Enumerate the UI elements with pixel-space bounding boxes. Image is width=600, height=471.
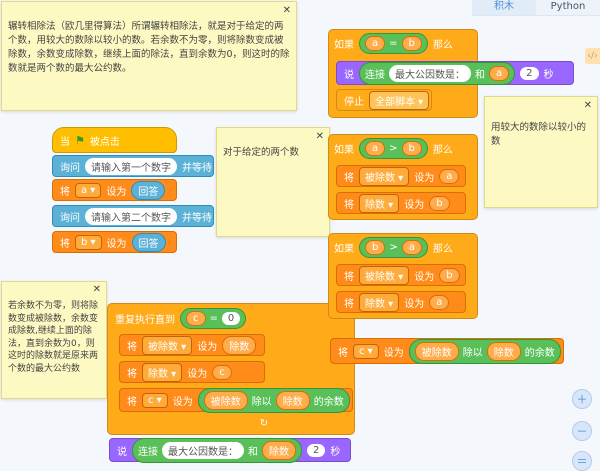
var-dropdown[interactable]: 被除数 ▾ [359,166,410,186]
zoom-reset-icon[interactable]: ＝ [572,451,592,471]
var-dropdown[interactable]: 除数 ▾ [359,292,400,312]
seconds-input[interactable]: 2 [520,66,539,80]
close-icon[interactable]: ✕ [93,284,101,297]
zoom-out-icon[interactable]: － [572,421,592,441]
comment-note-remainder[interactable]: ✕ 若余数不为零，则将除数变成被除数，余数变成除数,继续上面的除法，直到余数为0… [1,281,107,399]
greater-than-operator[interactable]: a > b [359,137,428,159]
say-for-seconds-block-top[interactable]: 说 连接 最大公因数是： 和 a 2 秒 [336,61,574,85]
repeat-until-header: 重复执行直到 c = 0 [109,306,253,330]
equals-operator[interactable]: a = b [359,32,428,54]
ask-block-2[interactable]: 询问 请输入第二个数字 并等待 [52,205,214,227]
set-c-mod-block-right[interactable]: 将 c ▾ 设为 被除数 除以 除数 的余数 [330,338,564,364]
mod-operator[interactable]: 被除数 除以 除数 的余数 [197,387,350,413]
comment-note-euclid[interactable]: ✕ 辗转相除法（欧几里得算法）所谓辗转相除法，就是对于给定的两个数，用较大的数除… [1,1,297,111]
set-dividend-b-block[interactable]: 将 被除数 ▾ 设为 b [336,264,466,286]
zoom-in-icon[interactable]: ＋ [572,389,592,409]
ask-prompt-1[interactable]: 请输入第一个数字 [85,157,177,175]
ask-block-1[interactable]: 询问 请输入第一个数字 并等待 [52,155,214,177]
set-a-block[interactable]: 将 a ▾ 设为 回答 [52,179,177,201]
when-flag-clicked-block[interactable]: 当 ⚑ 被点击 [52,127,177,153]
var-dropdown-b[interactable]: b ▾ [75,234,102,250]
answer-reporter[interactable]: 回答 [131,180,166,200]
ask-prompt-2[interactable]: 请输入第二个数字 [85,207,177,225]
answer-reporter[interactable]: 回答 [131,232,166,252]
stop-all-block[interactable]: 停止 全部脚本 ▾ [336,89,432,111]
note-text: 若余数不为零，则将除数变成被除数，余数变成除数,继续上面的除法，直到余数为0，则… [8,301,99,374]
var-dropdown-a[interactable]: a ▾ [75,182,102,198]
set-divisor-a-block[interactable]: 将 除数 ▾ 设为 a [336,291,466,313]
editor-tabs: 积木 Python [472,0,600,16]
tab-python[interactable]: Python [536,0,600,15]
var-dropdown[interactable]: 除数 ▾ [142,362,183,382]
if-a-greater-header: 如果 a > b 那么 [330,136,460,160]
comment-note-given-numbers[interactable]: ✕ 对于给定的两个数 [216,127,330,237]
tab-blocks[interactable]: 积木 [472,0,536,15]
set-divisor-block[interactable]: 将 除数 ▾ 设为 c [119,361,265,383]
stop-dropdown[interactable]: 全部脚本 ▾ [369,90,430,110]
equals-operator[interactable]: c = 0 [180,307,247,329]
note-text: 对于给定的两个数 [223,147,300,158]
note-text: 辗转相除法（欧几里得算法）所谓辗转相除法，就是对于给定的两个数，用较大的数除以较… [8,21,290,74]
close-icon[interactable]: ✕ [316,130,324,144]
close-icon[interactable]: ✕ [584,99,592,113]
note-text: 用较大的数除以较小的数 [491,122,587,147]
var-dropdown[interactable]: 被除数 ▾ [359,265,410,285]
green-flag-icon: ⚑ [75,133,85,147]
set-divisor-b-block[interactable]: 将 除数 ▾ 设为 b [336,192,466,214]
var-dropdown[interactable]: 被除数 ▾ [142,335,193,355]
comment-note-larger-divide[interactable]: ✕ 用较大的数除以较小的数 [484,96,598,208]
mod-operator[interactable]: 被除数 除以 除数 的余数 [408,338,561,364]
if-b-greater-header: 如果 b > a 那么 [330,235,460,259]
close-icon[interactable]: ✕ [283,4,291,18]
join-operator[interactable]: 连接 最大公因数是： 和 a [359,61,516,85]
say-for-seconds-block-bottom[interactable]: 说 连接 最大公因数是： 和 除数 2 秒 [109,437,351,463]
join-operator[interactable]: 连接 最大公因数是： 和 除数 [132,437,302,463]
var-dropdown[interactable]: c ▾ [142,392,168,408]
if-equal-header: 如果 a = b 那么 [330,31,460,55]
var-dropdown[interactable]: 除数 ▾ [359,193,400,213]
set-dividend-block[interactable]: 将 被除数 ▾ 设为 除数 [119,334,265,356]
seconds-input[interactable]: 2 [307,443,326,457]
loop-arrow-icon: ↻ [259,418,269,429]
var-dropdown[interactable]: c ▾ [353,343,379,359]
code-toggle-icon[interactable]: ‹/› [585,48,600,64]
set-dividend-a-block[interactable]: 将 被除数 ▾ 设为 a [336,165,466,187]
greater-than-operator[interactable]: b > a [359,236,428,258]
set-c-mod-block[interactable]: 将 c ▾ 设为 被除数 除以 除数 的余数 [119,387,353,413]
set-b-block[interactable]: 将 b ▾ 设为 回答 [52,231,177,253]
